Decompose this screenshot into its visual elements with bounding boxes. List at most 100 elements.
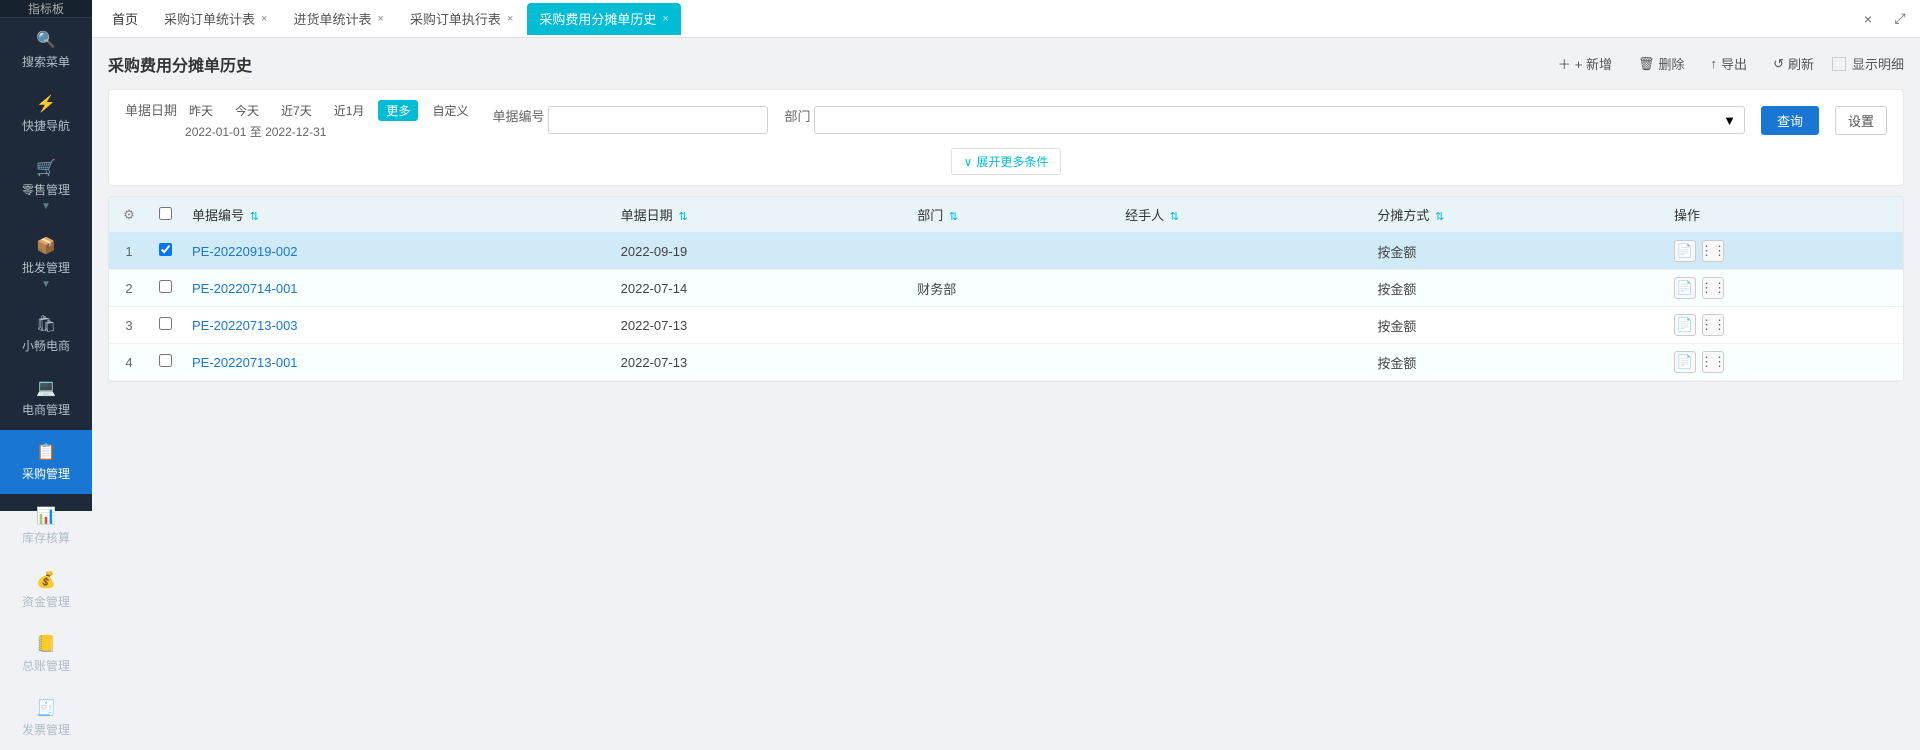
date-more-btn[interactable]: 更多 (378, 100, 418, 121)
more-icon[interactable]: ⋮⋮ (1702, 277, 1724, 299)
sidebar-item-label: 零售管理 (22, 181, 70, 198)
row-dept (907, 344, 1115, 381)
toolbar: ＋ + 新增 🗑 删除 ↑ 导出 ↺ 刷新 显示明细 (1550, 50, 1904, 77)
page-header: 采购费用分摊单历史 ＋ + 新增 🗑 删除 ↑ 导出 ↺ 刷新 (108, 50, 1904, 77)
sort-icon[interactable]: ⇅ (1170, 211, 1179, 223)
edit-icon[interactable]: 📄 (1674, 240, 1696, 262)
sidebar-item-mini-shop[interactable]: 🛍 小畅电商 (0, 302, 92, 366)
doc-no-link[interactable]: PE-20220919-002 (192, 244, 298, 259)
row-checkbox[interactable] (159, 243, 172, 256)
gear-icon[interactable]: ⚙ (123, 207, 135, 222)
sidebar-item-label: 发票管理 (22, 721, 70, 738)
sidebar-item-invoice[interactable]: 🧾 发票管理 (0, 686, 92, 750)
delete-button[interactable]: 🗑 删除 (1630, 50, 1693, 77)
col-doc-no: 单据编号 ⇅ (182, 197, 611, 233)
sidebar-item-wholesale[interactable]: 📦 批发管理 ▼ (0, 224, 92, 302)
row-split-method: 按金额 (1367, 233, 1664, 270)
row-checkbox[interactable] (159, 354, 172, 367)
tab-home[interactable]: 首页 (100, 3, 150, 35)
date-today-btn[interactable]: 今天 (227, 100, 267, 121)
sidebar-item-purchase[interactable]: 📋 采购管理 (0, 430, 92, 494)
col-settings[interactable]: ⚙ (109, 197, 149, 233)
sidebar-item-label: 搜索菜单 (22, 53, 70, 70)
tab-purchase-fee-split[interactable]: 采购费用分摊单历史 × (527, 3, 680, 35)
col-checkbox[interactable] (149, 197, 182, 233)
show-cols-toggle[interactable]: 显示明细 (1832, 54, 1904, 73)
sidebar-item-label: 快捷导航 (22, 117, 70, 134)
sidebar-item-finance[interactable]: 💰 资金管理 (0, 558, 92, 622)
computer-icon: 💻 (36, 378, 56, 398)
edit-icon[interactable]: 📄 (1674, 314, 1696, 336)
main-area: 首页 采购订单统计表 × 进货单统计表 × 采购订单执行表 × 采购费用分摊单历… (92, 0, 1920, 511)
export-button[interactable]: ↑ 导出 (1703, 50, 1756, 77)
sidebar-item-retail[interactable]: 🛒 零售管理 ▼ (0, 146, 92, 224)
doc-no-link[interactable]: PE-20220714-001 (192, 281, 298, 296)
sidebar-item-ecommerce[interactable]: 💻 电商管理 (0, 366, 92, 430)
add-button[interactable]: ＋ + 新增 (1550, 50, 1620, 77)
sidebar-item-quick-nav[interactable]: ⚡ 快捷导航 (0, 82, 92, 146)
close-icon[interactable]: × (507, 13, 513, 25)
export-label: 导出 (1721, 54, 1747, 73)
edit-icon[interactable]: 📄 (1674, 277, 1696, 299)
date-yesterday-btn[interactable]: 昨天 (181, 100, 221, 121)
close-icon[interactable]: × (261, 13, 267, 25)
col-split-method-label: 分摊方式 (1377, 208, 1429, 223)
close-all-button[interactable]: × (1856, 7, 1880, 31)
row-checkbox[interactable] (159, 280, 172, 293)
row-handler (1115, 344, 1367, 381)
table-row: 4 PE-20220713-001 2022-07-13 按金额 📄 ⋮⋮ (109, 344, 1903, 381)
date-filter-group: 单据日期 昨天 今天 近7天 近1月 更多 自定义 2022-01-01 至 2… (125, 100, 476, 140)
edit-icon[interactable]: 📄 (1674, 351, 1696, 373)
sort-icon[interactable]: ⇅ (678, 211, 687, 223)
tab-label: 采购订单执行表 (410, 9, 501, 28)
sidebar-item-general-ledger[interactable]: 📒 总账管理 (0, 622, 92, 686)
doc-no-input[interactable] (548, 106, 768, 134)
date-custom-btn[interactable]: 自定义 (424, 100, 476, 121)
row-checkbox[interactable] (159, 317, 172, 330)
query-button[interactable]: 查询 (1761, 106, 1819, 135)
col-split-method: 分摊方式 ⇅ (1367, 197, 1664, 233)
date-filter-section: 昨天 今天 近7天 近1月 更多 自定义 2022-01-01 至 2022-1… (181, 100, 476, 140)
tab-purchase-order-exec[interactable]: 采购订单执行表 × (398, 3, 525, 35)
date-7days-btn[interactable]: 近7天 (273, 100, 320, 121)
row-ops: 📄 ⋮⋮ (1664, 270, 1903, 307)
sort-icon[interactable]: ⇅ (1435, 211, 1444, 223)
row-dept (907, 233, 1115, 270)
sidebar-item-search[interactable]: 🔍 搜索菜单 (0, 18, 92, 82)
row-checkbox-cell[interactable] (149, 307, 182, 344)
search-icon: 🔍 (36, 30, 56, 50)
doc-no-link[interactable]: PE-20220713-001 (192, 355, 298, 370)
sort-icon[interactable]: ⇅ (949, 211, 958, 223)
close-icon[interactable]: × (377, 13, 383, 25)
expand-more-btn[interactable]: ∨ 展开更多条件 (951, 148, 1062, 175)
tab-purchase-order-stats[interactable]: 采购订单统计表 × (152, 3, 279, 35)
sort-icon[interactable]: ⇅ (250, 211, 259, 223)
more-icon[interactable]: ⋮⋮ (1702, 314, 1724, 336)
doc-no-link[interactable]: PE-20220713-003 (192, 318, 298, 333)
row-checkbox-cell[interactable] (149, 344, 182, 381)
filter-row-1: 单据日期 昨天 今天 近7天 近1月 更多 自定义 2022-01-01 至 2… (125, 100, 1887, 140)
row-handler (1115, 270, 1367, 307)
row-checkbox-cell[interactable] (149, 233, 182, 270)
table-row: 2 PE-20220714-001 2022-07-14 财务部 按金额 📄 ⋮… (109, 270, 1903, 307)
more-icon[interactable]: ⋮⋮ (1702, 351, 1724, 373)
refresh-button[interactable]: ↺ 刷新 (1765, 50, 1822, 77)
dept-select[interactable]: ▼ (814, 106, 1744, 134)
chart-icon: 📊 (36, 506, 56, 526)
tab-inbound-stats[interactable]: 进货单统计表 × (281, 3, 395, 35)
maximize-button[interactable]: ⤢ (1888, 7, 1912, 31)
tab-bar: 首页 采购订单统计表 × 进货单统计表 × 采购订单执行表 × 采购费用分摊单历… (92, 0, 1920, 38)
chevron-down-icon: ▼ (41, 201, 51, 212)
date-1month-btn[interactable]: 近1月 (326, 100, 373, 121)
expand-icon: ∨ (964, 155, 973, 169)
sidebar-item-inventory[interactable]: 📊 库存核算 (0, 494, 92, 558)
select-all-checkbox[interactable] (159, 207, 172, 220)
col-handler: 经手人 ⇅ (1115, 197, 1367, 233)
sidebar-item-label: 总账管理 (22, 657, 70, 674)
setting-button[interactable]: 设置 (1835, 106, 1887, 135)
close-icon[interactable]: × (662, 13, 668, 25)
more-icon[interactable]: ⋮⋮ (1702, 240, 1724, 262)
table-header-row: ⚙ 单据编号 ⇅ 单据日期 ⇅ (109, 197, 1903, 233)
shop-icon: 🛍 (36, 314, 56, 334)
row-checkbox-cell[interactable] (149, 270, 182, 307)
